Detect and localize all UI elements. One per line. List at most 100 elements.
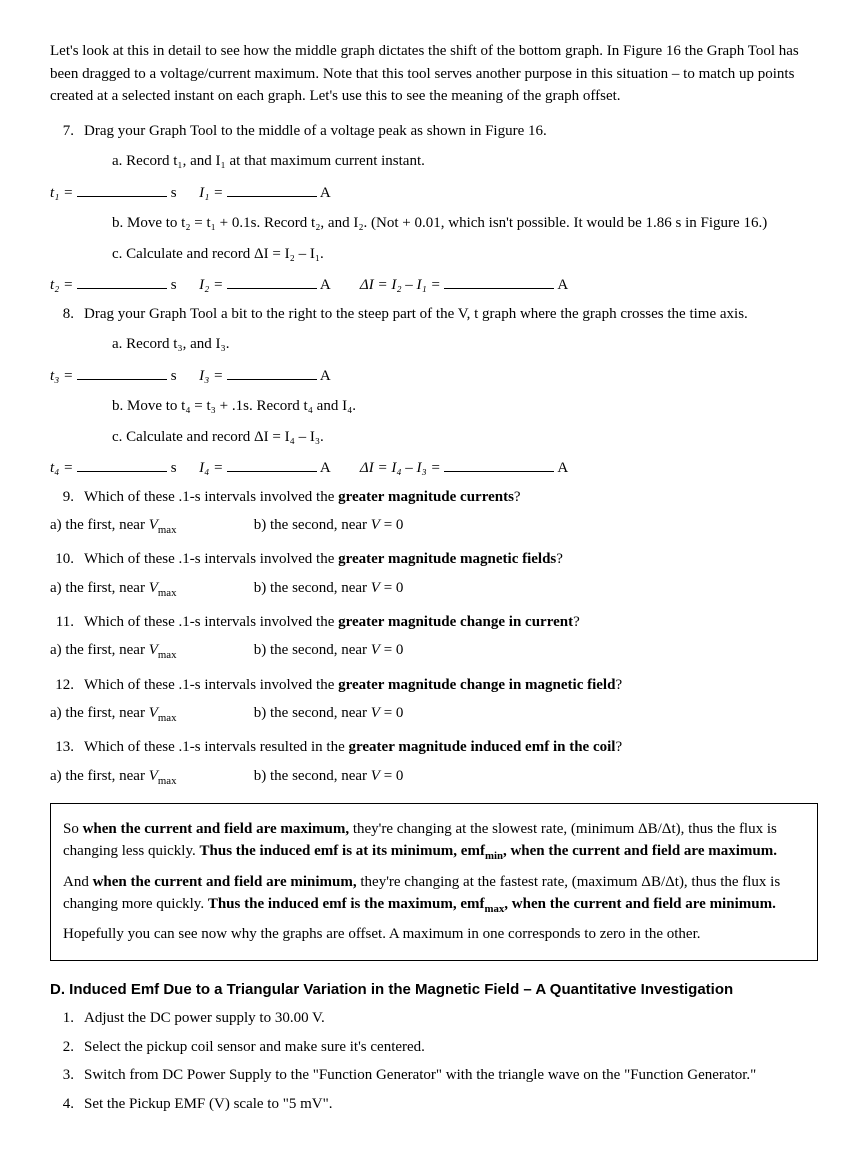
unit-A2: A bbox=[320, 277, 330, 293]
q11-text: Which of these .1-s intervals involved t… bbox=[84, 614, 334, 630]
q12-choices: a) the first, near Vmax b) the second, n… bbox=[50, 702, 818, 726]
q11-choice-b[interactable]: b) the second, near V = 0 bbox=[254, 642, 404, 658]
q9-choice-a[interactable]: a) the first, near Vmax bbox=[50, 514, 250, 538]
dI21-blank[interactable] bbox=[444, 273, 554, 289]
d4-num: 4. bbox=[50, 1093, 84, 1116]
q12-num: 12. bbox=[50, 674, 84, 697]
dI43-label: ΔI = I₄ – I₃ = bbox=[360, 460, 441, 476]
I4-blank[interactable] bbox=[227, 456, 317, 472]
t4-blank[interactable] bbox=[77, 456, 167, 472]
q9-num: 9. bbox=[50, 486, 84, 509]
intro-paragraph: Let's look at this in detail to see how … bbox=[50, 40, 818, 108]
box-p3: Hopefully you can see now why the graphs… bbox=[63, 923, 805, 946]
q9-choice-b[interactable]: b) the second, near V = 0 bbox=[254, 517, 404, 533]
q7-c: c. Calculate and record ΔI = I₂ – I₁. bbox=[50, 243, 818, 266]
q9-tail: ? bbox=[514, 489, 521, 505]
t1-label: t₁ = bbox=[50, 185, 73, 201]
q10-tail: ? bbox=[556, 551, 563, 567]
summary-box: So when the current and field are maximu… bbox=[50, 803, 818, 961]
unit-s: s bbox=[171, 185, 177, 201]
q12-tail: ? bbox=[615, 677, 622, 693]
d3-num: 3. bbox=[50, 1064, 84, 1087]
q8-num: 8. bbox=[50, 303, 84, 326]
d4-text: Set the Pickup EMF (V) scale to "5 mV". bbox=[84, 1096, 332, 1112]
I1-blank[interactable] bbox=[227, 181, 317, 197]
t1-blank[interactable] bbox=[77, 181, 167, 197]
q11-choice-a[interactable]: a) the first, near Vmax bbox=[50, 639, 250, 663]
dI21-label: ΔI = I₂ – I₁ = bbox=[360, 277, 441, 293]
t3-blank[interactable] bbox=[77, 364, 167, 380]
q8-b: b. Move to t₄ = t₃ + .1s. Record t₄ and … bbox=[50, 395, 818, 418]
unit-s2: s bbox=[171, 277, 177, 293]
q11-tail: ? bbox=[573, 614, 580, 630]
q7-line1: t₁ = s I₁ = A bbox=[50, 181, 818, 205]
q8: 8.Drag your Graph Tool a bit to the righ… bbox=[50, 303, 818, 326]
d3: 3.Switch from DC Power Supply to the "Fu… bbox=[50, 1064, 818, 1087]
unit-s3: s bbox=[171, 368, 177, 384]
d2-num: 2. bbox=[50, 1036, 84, 1059]
q9-choices: a) the first, near Vmax b) the second, n… bbox=[50, 514, 818, 538]
q10-choice-a[interactable]: a) the first, near Vmax bbox=[50, 577, 250, 601]
q13: 13.Which of these .1-s intervals resulte… bbox=[50, 736, 818, 759]
d2-text: Select the pickup coil sensor and make s… bbox=[84, 1039, 425, 1055]
d1-num: 1. bbox=[50, 1007, 84, 1030]
q12-choice-b[interactable]: b) the second, near V = 0 bbox=[254, 705, 404, 721]
I2-blank[interactable] bbox=[227, 273, 317, 289]
section-d-title: D. Induced Emf Due to a Triangular Varia… bbox=[50, 979, 818, 1002]
q13-num: 13. bbox=[50, 736, 84, 759]
q8-a: a. Record t₃, and I₃. bbox=[50, 333, 818, 356]
q12-text: Which of these .1-s intervals involved t… bbox=[84, 677, 334, 693]
d2: 2.Select the pickup coil sensor and make… bbox=[50, 1036, 818, 1059]
q10: 10.Which of these .1-s intervals involve… bbox=[50, 548, 818, 571]
q13-choice-b[interactable]: b) the second, near V = 0 bbox=[254, 768, 404, 784]
q7-a: a. Record t₁, and I₁ at that maximum cur… bbox=[50, 150, 818, 173]
q11-bold: greater magnitude change in current bbox=[338, 614, 573, 630]
q8-line1: t₃ = s I₃ = A bbox=[50, 364, 818, 388]
q7-text: Drag your Graph Tool to the middle of a … bbox=[84, 123, 547, 139]
I3-label: I₃ = bbox=[199, 368, 223, 384]
q12: 12.Which of these .1-s intervals involve… bbox=[50, 674, 818, 697]
box-p1: So when the current and field are maximu… bbox=[63, 818, 805, 865]
q8-text: Drag your Graph Tool a bit to the right … bbox=[84, 306, 748, 322]
q7: 7.Drag your Graph Tool to the middle of … bbox=[50, 120, 818, 143]
q8-c: c. Calculate and record ΔI = I₄ – I₃. bbox=[50, 426, 818, 449]
q11-num: 11. bbox=[50, 611, 84, 634]
q13-tail: ? bbox=[615, 739, 622, 755]
q10-choice-b[interactable]: b) the second, near V = 0 bbox=[254, 580, 404, 596]
dI43-blank[interactable] bbox=[444, 456, 554, 472]
t2-label: t₂ = bbox=[50, 277, 73, 293]
unit-s4: s bbox=[171, 460, 177, 476]
q7-num: 7. bbox=[50, 120, 84, 143]
q12-bold: greater magnitude change in magnetic fie… bbox=[338, 677, 615, 693]
q10-text: Which of these .1-s intervals involved t… bbox=[84, 551, 334, 567]
I4-label: I₄ = bbox=[199, 460, 223, 476]
unit-A3: A bbox=[557, 277, 568, 293]
d3-text: Switch from DC Power Supply to the "Func… bbox=[84, 1067, 756, 1083]
q7-b: b. Move to t₂ = t₁ + 0.1s. Record t₂, an… bbox=[50, 212, 818, 235]
q8-line2: t₄ = s I₄ = A ΔI = I₄ – I₃ = A bbox=[50, 456, 818, 480]
unit-A4: A bbox=[320, 368, 331, 384]
d1: 1.Adjust the DC power supply to 30.00 V. bbox=[50, 1007, 818, 1030]
q13-text: Which of these .1-s intervals resulted i… bbox=[84, 739, 345, 755]
q9-text: Which of these .1-s intervals involved t… bbox=[84, 489, 334, 505]
q9-bold: greater magnitude currents bbox=[338, 489, 514, 505]
q10-num: 10. bbox=[50, 548, 84, 571]
box-p2: And when the current and field are minim… bbox=[63, 871, 805, 918]
I3-blank[interactable] bbox=[227, 364, 317, 380]
I2-label: I₂ = bbox=[199, 277, 223, 293]
unit-A6: A bbox=[557, 460, 568, 476]
q12-choice-a[interactable]: a) the first, near Vmax bbox=[50, 702, 250, 726]
I1-label: I₁ = bbox=[199, 185, 223, 201]
q13-choice-a[interactable]: a) the first, near Vmax bbox=[50, 765, 250, 789]
t3-label: t₃ = bbox=[50, 368, 73, 384]
unit-A: A bbox=[320, 185, 331, 201]
q10-bold: greater magnitude magnetic fields bbox=[338, 551, 556, 567]
q7-line2: t₂ = s I₂ = A ΔI = I₂ – I₁ = A bbox=[50, 273, 818, 297]
q13-choices: a) the first, near Vmax b) the second, n… bbox=[50, 765, 818, 789]
d4: 4.Set the Pickup EMF (V) scale to "5 mV"… bbox=[50, 1093, 818, 1116]
q10-choices: a) the first, near Vmax b) the second, n… bbox=[50, 577, 818, 601]
q9: 9.Which of these .1-s intervals involved… bbox=[50, 486, 818, 509]
q11-choices: a) the first, near Vmax b) the second, n… bbox=[50, 639, 818, 663]
t2-blank[interactable] bbox=[77, 273, 167, 289]
unit-A5: A bbox=[320, 460, 330, 476]
